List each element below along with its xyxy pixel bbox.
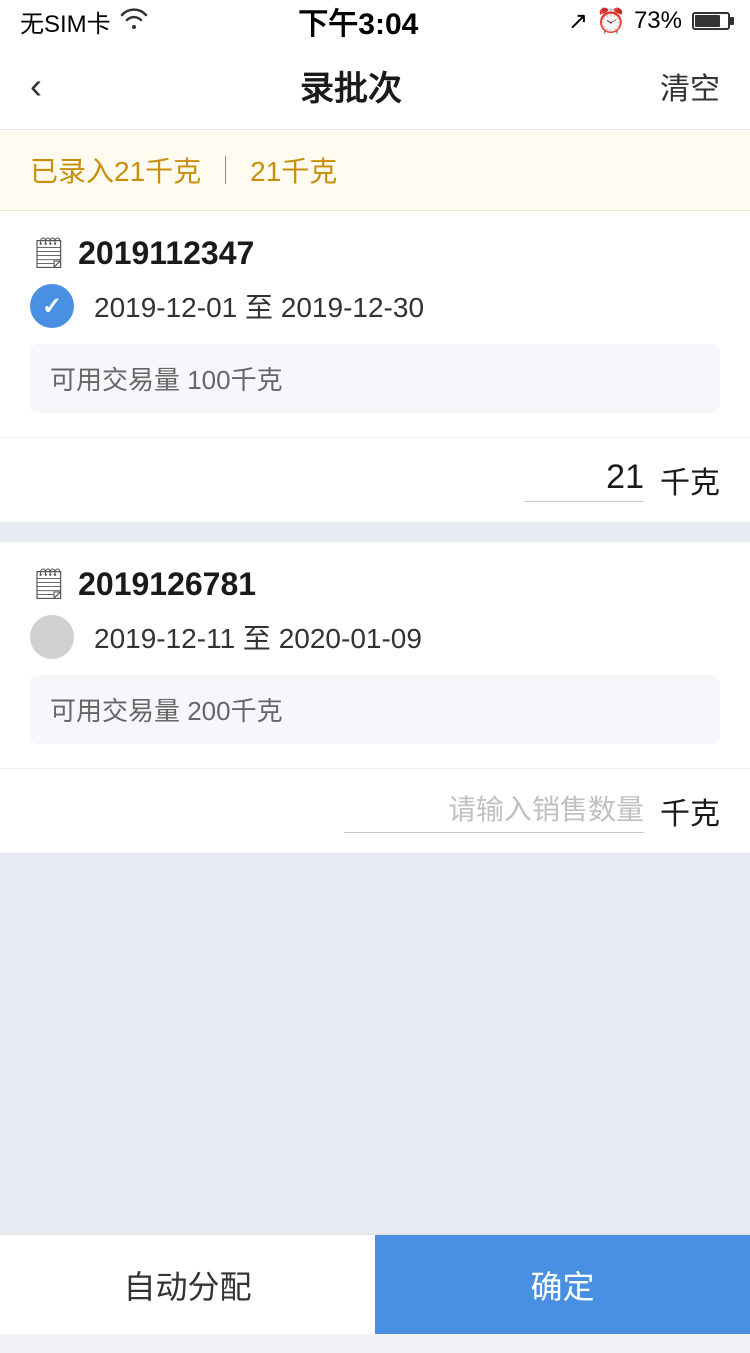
bottom-bar: 自动分配 确定 [0,1234,750,1334]
page-title: 录批次 [300,61,402,110]
qty-unit-1: 千克 [660,458,720,502]
auto-distribute-button[interactable]: 自动分配 [0,1235,375,1334]
location-icon: ↗ [568,7,588,36]
section-divider [0,522,750,542]
sim-signal: 无SIM卡 [20,4,111,39]
radio-unchecked-2[interactable] [30,615,74,659]
batch-header-1: 🗒 2019112347 [30,235,720,272]
available-qty-1: 可用交易量 100千克 [30,344,720,413]
battery-icon [692,12,730,30]
summary-value: 21千克 [250,150,337,190]
batch-date-2: 2019-12-11 至 2020-01-09 [94,617,422,657]
qty-unit-2: 千克 [660,789,720,833]
input-row-1: 千克 [0,437,750,522]
batch-date-1: 2019-12-01 至 2019-12-30 [94,286,424,326]
batch-header-2: 🗒 2019126781 [30,566,720,603]
input-wrap-1 [524,458,644,502]
alarm-icon: ⏰ [596,7,626,36]
input-wrap-2 [344,789,644,833]
batch-item-2: 🗒 2019126781 2019-12-11 至 2020-01-09 可用交… [0,542,750,853]
batch-id-2: 2019126781 [78,566,256,603]
summary-label: 已录入21千克 [30,150,201,190]
status-time: 下午3:04 [298,0,418,43]
available-qty-2: 可用交易量 200千克 [30,675,720,744]
batch-doc-icon-2: 🗒 [30,567,68,602]
qty-input-1[interactable] [524,458,644,497]
status-bar: 无SIM卡 下午3:04 ↗ ⏰ 73% [0,0,750,42]
batch-item-1: 🗒 2019112347 2019-12-01 至 2019-12-30 可用交… [0,211,750,522]
batch-row-1: 2019-12-01 至 2019-12-30 [30,284,720,328]
confirm-button[interactable]: 确定 [375,1235,750,1334]
status-right: ↗ ⏰ 73% [568,7,730,36]
status-left: 无SIM卡 [20,4,149,39]
batch-row-2: 2019-12-11 至 2020-01-09 [30,615,720,659]
back-button[interactable]: ‹ [30,65,42,107]
wifi-icon [119,7,149,36]
clear-button[interactable]: 清空 [660,64,720,108]
empty-area [0,853,750,1253]
summary-divider [225,156,226,184]
summary-banner: 已录入21千克 21千克 [0,130,750,211]
nav-bar: ‹ 录批次 清空 [0,42,750,130]
radio-checked-1[interactable] [30,284,74,328]
batch-id-1: 2019112347 [78,235,254,272]
input-row-2: 千克 [0,768,750,853]
qty-input-2[interactable] [344,789,644,828]
battery-percent: 73% [634,7,682,35]
batch-doc-icon-1: 🗒 [30,236,68,271]
